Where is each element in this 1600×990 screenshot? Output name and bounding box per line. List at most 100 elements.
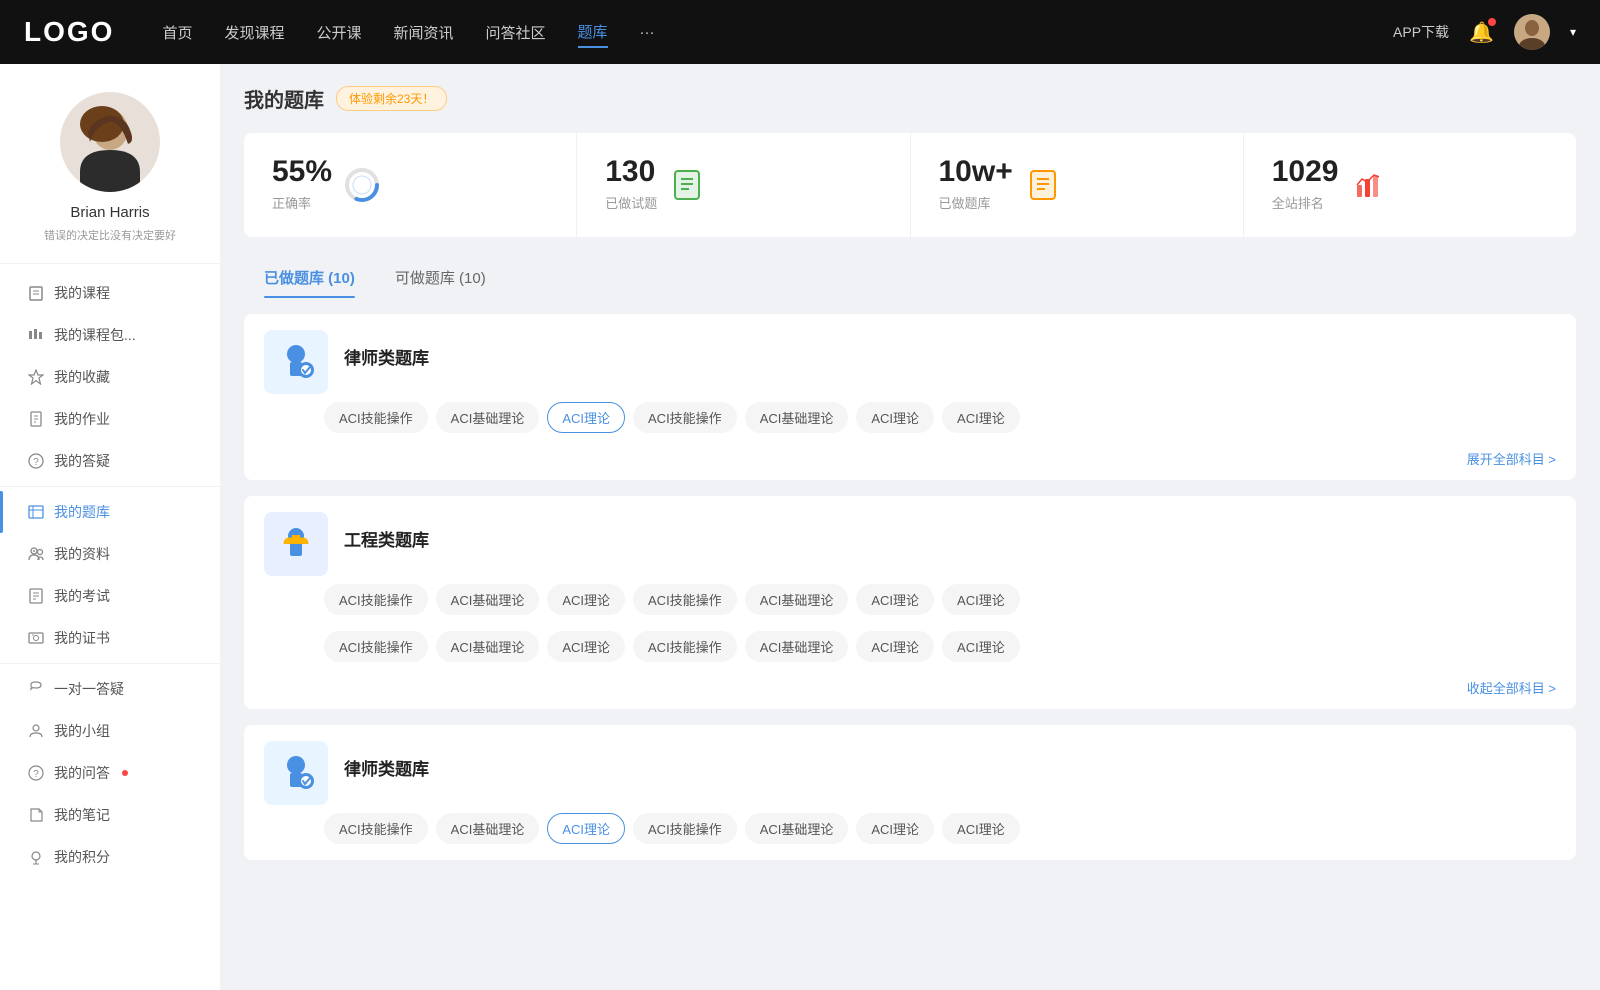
stat-rank-label: 全站排名 <box>1272 196 1324 211</box>
nav-home[interactable]: 首页 <box>162 18 192 47</box>
tag[interactable]: ACI技能操作 <box>633 402 737 433</box>
tag[interactable]: ACI基础理论 <box>745 402 849 433</box>
tab-done-banks[interactable]: 已做题库 (10) <box>244 257 375 298</box>
sidebar-item-label: 我的积分 <box>54 847 110 867</box>
tag[interactable]: ACI技能操作 <box>324 813 428 844</box>
tag[interactable]: ACI基础理论 <box>436 584 540 615</box>
stat-done-questions: 130 已做试题 <box>577 133 910 237</box>
app-download-link[interactable]: APP下载 <box>1393 22 1449 42</box>
tag[interactable]: ACI理论 <box>856 402 934 433</box>
qbank-name-engineer: 工程类题库 <box>344 526 429 551</box>
tag-active[interactable]: ACI理论 <box>547 402 625 433</box>
sidebar-item-label: 一对一答疑 <box>54 679 124 699</box>
notes-icon <box>28 807 44 823</box>
sidebar-item-favorites[interactable]: 我的收藏 <box>0 356 220 398</box>
stat-done-banks: 10w+ 已做题库 <box>911 133 1244 237</box>
unread-dot <box>122 770 128 776</box>
tag[interactable]: ACI技能操作 <box>633 584 737 615</box>
sidebar-item-my-course[interactable]: 我的课程 <box>0 272 220 314</box>
page-header: 我的题库 体验剩余23天！ <box>244 84 1576 113</box>
sidebar: Brian Harris 错误的决定比没有决定要好 我的课程 我的课程包... <box>0 64 220 990</box>
user-dropdown-icon[interactable]: ▾ <box>1570 25 1576 39</box>
lawyer-icon-1 <box>264 330 328 394</box>
tag[interactable]: ACI技能操作 <box>633 631 737 662</box>
trial-badge: 体验剩余23天！ <box>336 86 447 111</box>
sidebar-item-materials[interactable]: 我的资料 <box>0 533 220 575</box>
sidebar-item-groups[interactable]: 我的小组 <box>0 710 220 752</box>
tag[interactable]: ACI理论 <box>942 813 1020 844</box>
tag[interactable]: ACI基础理论 <box>436 631 540 662</box>
nav-news[interactable]: 新闻资讯 <box>394 18 454 47</box>
nav-more[interactable]: ··· <box>640 20 655 45</box>
stat-done-banks-label: 已做题库 <box>939 196 991 211</box>
notification-dot <box>1488 18 1496 26</box>
stats-row: 55% 正确率 130 已做试题 <box>244 133 1576 237</box>
tag[interactable]: ACI基础理论 <box>436 813 540 844</box>
tab-available-banks[interactable]: 可做题库 (10) <box>375 257 506 298</box>
qbank-section-lawyer-1: 律师类题库 ACI技能操作 ACI基础理论 ACI理论 ACI技能操作 ACI基… <box>244 314 1576 480</box>
sidebar-item-my-qa[interactable]: ? 我的问答 <box>0 752 220 794</box>
sidebar-item-1on1-qa[interactable]: 一对一答疑 <box>0 668 220 710</box>
sidebar-item-qa[interactable]: ? 我的答疑 <box>0 440 220 482</box>
tag[interactable]: ACI理论 <box>547 631 625 662</box>
tag[interactable]: ACI理论 <box>942 631 1020 662</box>
stat-accuracy: 55% 正确率 <box>244 133 577 237</box>
materials-icon <box>28 546 44 562</box>
sidebar-item-qbank[interactable]: 我的题库 <box>0 491 220 533</box>
tag[interactable]: ACI技能操作 <box>633 813 737 844</box>
nav-qbank[interactable]: 题库 <box>578 17 608 48</box>
sidebar-item-course-package[interactable]: 我的课程包... <box>0 314 220 356</box>
nav-public-course[interactable]: 公开课 <box>316 18 361 47</box>
tag[interactable]: ACI理论 <box>942 402 1020 433</box>
tag[interactable]: ACI基础理论 <box>436 402 540 433</box>
tag[interactable]: ACI理论 <box>942 584 1020 615</box>
tag[interactable]: ACI基础理论 <box>745 584 849 615</box>
navbar-right: APP下载 🔔 ▾ <box>1393 14 1576 50</box>
star-icon <box>28 369 44 385</box>
sidebar-item-homework[interactable]: 我的作业 <box>0 398 220 440</box>
sidebar-item-points[interactable]: 我的积分 <box>0 836 220 878</box>
sidebar-item-label: 我的作业 <box>54 409 110 429</box>
exams-icon <box>28 588 44 604</box>
tag[interactable]: ACI技能操作 <box>324 402 428 433</box>
nav-discover[interactable]: 发现课程 <box>224 18 284 47</box>
stat-done-q-value: 130 <box>605 157 657 187</box>
qbank-section-lawyer-2: 律师类题库 ACI技能操作 ACI基础理论 ACI理论 ACI技能操作 ACI基… <box>244 725 1576 860</box>
tag[interactable]: ACI技能操作 <box>324 631 428 662</box>
stat-done-banks-value: 10w+ <box>939 157 1013 187</box>
tag[interactable]: ACI理论 <box>856 584 934 615</box>
tags-row-engineer-1: ACI技能操作 ACI基础理论 ACI理论 ACI技能操作 ACI基础理论 AC… <box>244 584 1576 631</box>
tag[interactable]: ACI理论 <box>547 584 625 615</box>
expand-link-lawyer-1[interactable]: 展开全部科目 > <box>244 449 1576 480</box>
tag[interactable]: ACI技能操作 <box>324 584 428 615</box>
tag[interactable]: ACI基础理论 <box>745 631 849 662</box>
sidebar-username: Brian Harris <box>70 204 149 221</box>
avatar[interactable] <box>1514 14 1550 50</box>
divider <box>0 486 220 487</box>
tags-row-lawyer-1: ACI技能操作 ACI基础理论 ACI理论 ACI技能操作 ACI基础理论 AC… <box>244 402 1576 449</box>
tag-active[interactable]: ACI理论 <box>547 813 625 844</box>
accuracy-icon <box>344 167 380 203</box>
sidebar-menu: 我的课程 我的课程包... 我的收藏 我的作业 <box>0 264 220 886</box>
tag[interactable]: ACI基础理论 <box>745 813 849 844</box>
sidebar-avatar <box>60 92 160 192</box>
collapse-link-engineer[interactable]: 收起全部科目 > <box>244 678 1576 709</box>
tag[interactable]: ACI理论 <box>856 813 934 844</box>
page-container: Brian Harris 错误的决定比没有决定要好 我的课程 我的课程包... <box>0 64 1600 990</box>
svg-text:?: ? <box>33 457 39 468</box>
qbank-name-lawyer-1: 律师类题库 <box>344 344 429 369</box>
groups-icon <box>28 723 44 739</box>
course-icon <box>28 285 44 301</box>
nav-qa[interactable]: 问答社区 <box>486 18 546 47</box>
tag[interactable]: ACI理论 <box>856 631 934 662</box>
stat-accuracy-label: 正确率 <box>272 196 311 211</box>
sidebar-item-notes[interactable]: 我的笔记 <box>0 794 220 836</box>
homework-icon <box>28 411 44 427</box>
notification-bell[interactable]: 🔔 <box>1469 20 1494 45</box>
sidebar-item-label: 我的问答 <box>54 763 110 783</box>
sidebar-item-exams[interactable]: 我的考试 <box>0 575 220 617</box>
chart-red-icon <box>1351 167 1387 203</box>
tags-row-lawyer-2: ACI技能操作 ACI基础理论 ACI理论 ACI技能操作 ACI基础理论 AC… <box>244 813 1576 860</box>
sidebar-item-label: 我的证书 <box>54 628 110 648</box>
sidebar-item-certificate[interactable]: 我的证书 <box>0 617 220 659</box>
